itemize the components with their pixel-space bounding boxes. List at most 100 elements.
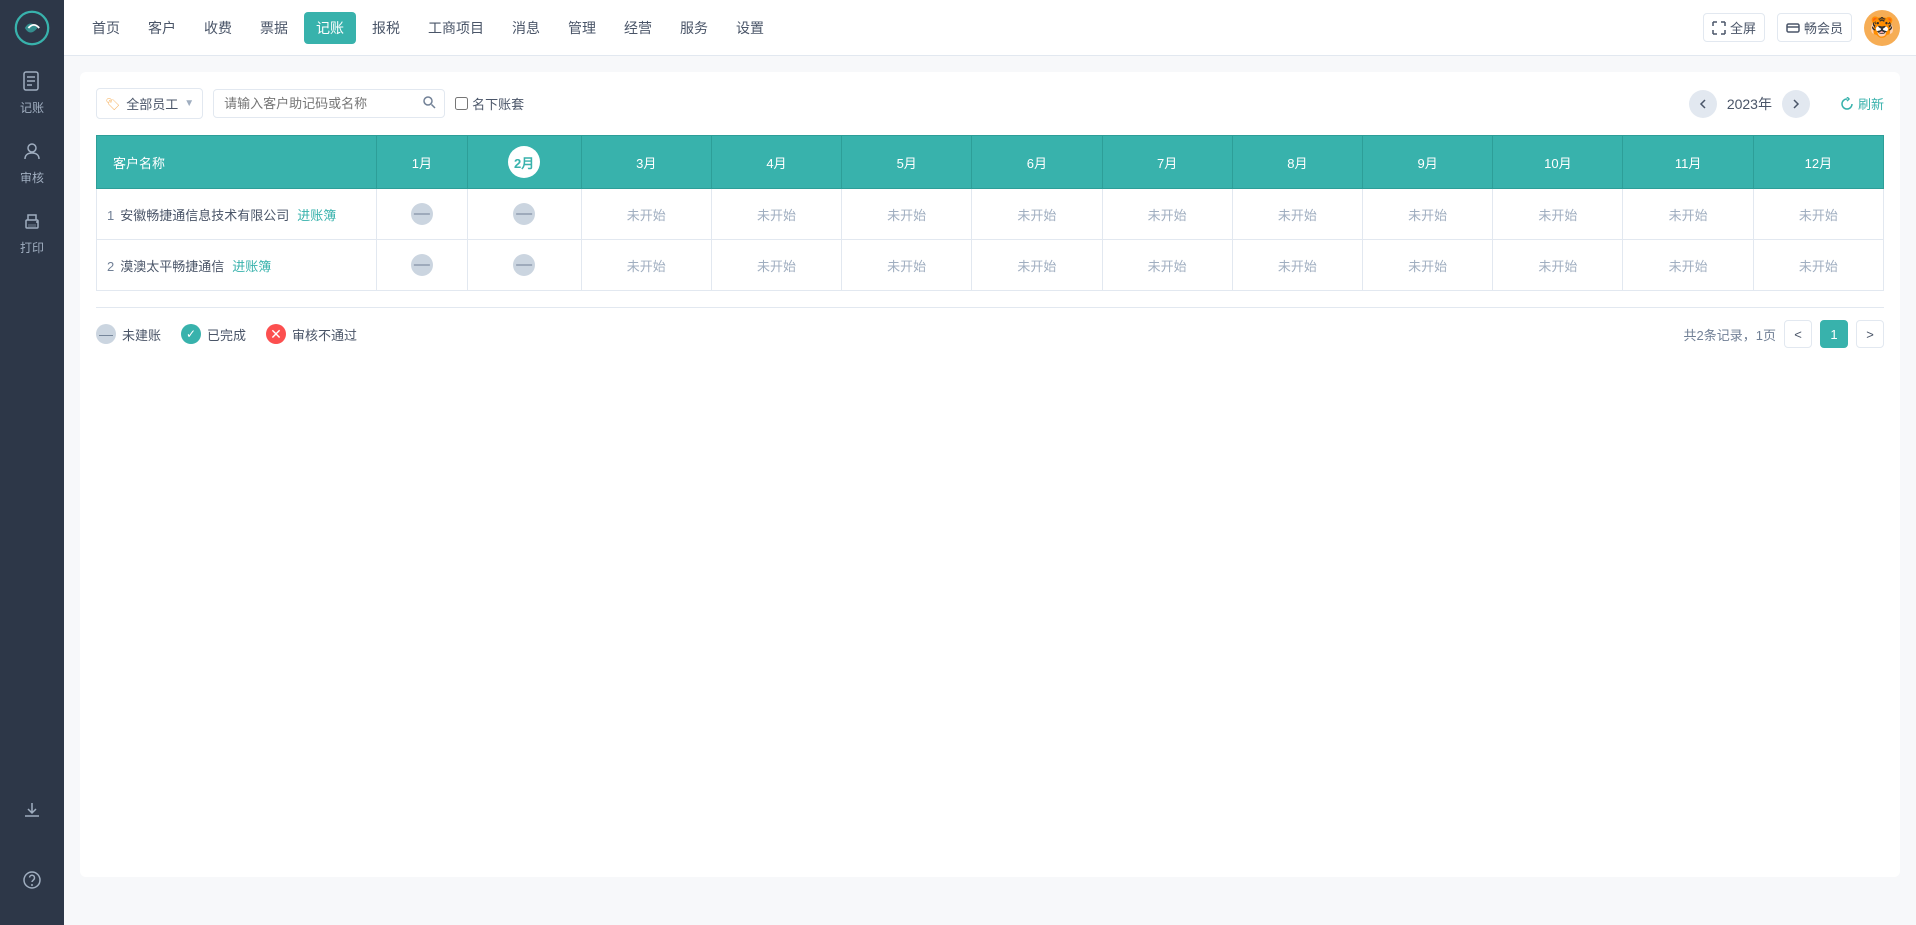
th-month-9: 9月 (1363, 136, 1493, 189)
cell-month-7: 未开始 (1102, 189, 1232, 240)
cell-month-10: 未开始 (1493, 189, 1623, 240)
status-dash-icon: — (411, 254, 433, 276)
th-month-4: 4月 (711, 136, 841, 189)
table-row: 2漠澳太平畅捷通信进账簿——未开始未开始未开始未开始未开始未开始未开始未开始未开… (97, 240, 1884, 291)
sidebar-item-audit[interactable]: 审核 (0, 126, 64, 196)
nav-settings[interactable]: 设置 (724, 12, 776, 44)
cell-month-3: 未开始 (581, 240, 711, 291)
fullscreen-button[interactable]: 全屏 (1703, 13, 1765, 42)
not-started-text: 未开始 (1408, 259, 1447, 274)
employee-filter[interactable]: 🏷 全部员工 ▼ (96, 88, 203, 119)
cell-month-4: 未开始 (711, 240, 841, 291)
table-body: 1安徽畅捷通信息技术有限公司进账簿——未开始未开始未开始未开始未开始未开始未开始… (97, 189, 1884, 291)
cell-client-name: 2漠澳太平畅捷通信进账簿 (97, 240, 377, 291)
prev-page-button[interactable]: < (1784, 320, 1812, 348)
not-started-text: 未开始 (1278, 208, 1317, 223)
sidebar-bookkeeping-label: 记账 (20, 99, 44, 116)
cell-month-2: — (467, 189, 581, 240)
cell-month-6: 未开始 (972, 240, 1102, 291)
bookkeeping-icon (16, 67, 48, 95)
main-area: 首页 客户 收费 票据 记账 报税 工商项目 消息 管理 经营 服务 设置 全屏… (64, 0, 1916, 925)
th-month-5: 5月 (842, 136, 972, 189)
nav-operations[interactable]: 经营 (612, 12, 664, 44)
cell-month-6: 未开始 (972, 189, 1102, 240)
status-dash-icon: — (513, 203, 535, 225)
th-month-12: 12月 (1753, 136, 1883, 189)
nav-invoice[interactable]: 票据 (248, 12, 300, 44)
avatar[interactable]: 🐯 (1864, 10, 1900, 46)
nav-billing[interactable]: 收费 (192, 12, 244, 44)
refresh-button[interactable]: 刷新 (1840, 94, 1884, 113)
current-page-button[interactable]: 1 (1820, 320, 1848, 348)
th-month-11: 11月 (1623, 136, 1753, 189)
search-button[interactable] (414, 90, 444, 117)
not-started-text: 未开始 (1669, 208, 1708, 223)
th-month-7: 7月 (1102, 136, 1232, 189)
cell-month-3: 未开始 (581, 189, 711, 240)
nav-bookkeeping[interactable]: 记账 (304, 12, 356, 44)
th-client-name: 客户名称 (97, 136, 377, 189)
nav-message[interactable]: 消息 (500, 12, 552, 44)
year-display: 2023年 (1727, 94, 1772, 114)
active-month-circle: 2月 (508, 146, 540, 178)
nav-home[interactable]: 首页 (80, 12, 132, 44)
not-started-text: 未开始 (1799, 208, 1838, 223)
nav-client[interactable]: 客户 (136, 12, 188, 44)
checkbox-label[interactable]: 名下账套 (455, 94, 524, 113)
not-started-text: 未开始 (1278, 259, 1317, 274)
not-started-text: 未开始 (1799, 259, 1838, 274)
not-started-text: 未开始 (1538, 259, 1577, 274)
sidebar-item-bookkeeping[interactable]: 记账 (0, 56, 64, 126)
cell-month-12: 未开始 (1753, 240, 1883, 291)
not-started-text: 未开始 (1669, 259, 1708, 274)
not-started-text: 未开始 (627, 259, 666, 274)
checkbox-under-account[interactable] (455, 97, 468, 110)
topnav-items: 首页 客户 收费 票据 记账 报税 工商项目 消息 管理 经营 服务 设置 (80, 12, 1703, 44)
member-icon (1786, 21, 1800, 35)
refresh-icon (1840, 97, 1854, 111)
enter-ledger-link[interactable]: 进账簿 (232, 259, 271, 274)
sidebar-item-print[interactable]: 打印 (0, 196, 64, 266)
next-year-button[interactable] (1782, 90, 1810, 118)
legend-rejected: ✕ 审核不通过 (266, 324, 357, 344)
cell-month-8: 未开始 (1232, 189, 1362, 240)
not-started-text: 未开始 (1538, 208, 1577, 223)
not-started-text: 未开始 (887, 259, 926, 274)
status-dash-icon: — (513, 254, 535, 276)
search-input[interactable] (214, 91, 414, 116)
nav-tax[interactable]: 报税 (360, 12, 412, 44)
nav-management[interactable]: 管理 (556, 12, 608, 44)
nav-bizproject[interactable]: 工商项目 (416, 12, 496, 44)
not-started-text: 未开始 (1017, 208, 1056, 223)
not-started-text: 未开始 (1148, 208, 1187, 223)
fullscreen-icon (1712, 21, 1726, 35)
nav-service[interactable]: 服务 (668, 12, 720, 44)
cell-month-4: 未开始 (711, 189, 841, 240)
not-started-text: 未开始 (887, 208, 926, 223)
prev-year-button[interactable] (1689, 90, 1717, 118)
cell-month-11: 未开始 (1623, 189, 1753, 240)
sidebar: 记账 审核 打印 (0, 0, 64, 925)
cell-month-8: 未开始 (1232, 240, 1362, 291)
member-button[interactable]: 畅会员 (1777, 13, 1852, 42)
sidebar-logo (0, 0, 64, 56)
sidebar-item-download[interactable] (0, 775, 64, 845)
audit-icon (16, 137, 48, 165)
not-started-text: 未开始 (627, 208, 666, 223)
prev-year-icon (1698, 98, 1708, 110)
sidebar-print-label: 打印 (20, 239, 44, 256)
enter-ledger-link[interactable]: 进账簿 (297, 208, 336, 223)
cell-month-1: — (377, 240, 468, 291)
topnav-right: 全屏 畅会员 🐯 (1703, 10, 1900, 46)
cell-month-11: 未开始 (1623, 240, 1753, 291)
logo-icon (14, 10, 50, 46)
next-page-button[interactable]: > (1856, 320, 1884, 348)
th-month-1: 1月 (377, 136, 468, 189)
legend-completed: ✓ 已完成 (181, 324, 246, 344)
row-num: 2 (107, 259, 114, 274)
cell-client-name: 1安徽畅捷通信息技术有限公司进账簿 (97, 189, 377, 240)
cell-month-7: 未开始 (1102, 240, 1232, 291)
sidebar-item-help[interactable] (0, 845, 64, 915)
cell-month-5: 未开始 (842, 189, 972, 240)
cell-month-10: 未开始 (1493, 240, 1623, 291)
